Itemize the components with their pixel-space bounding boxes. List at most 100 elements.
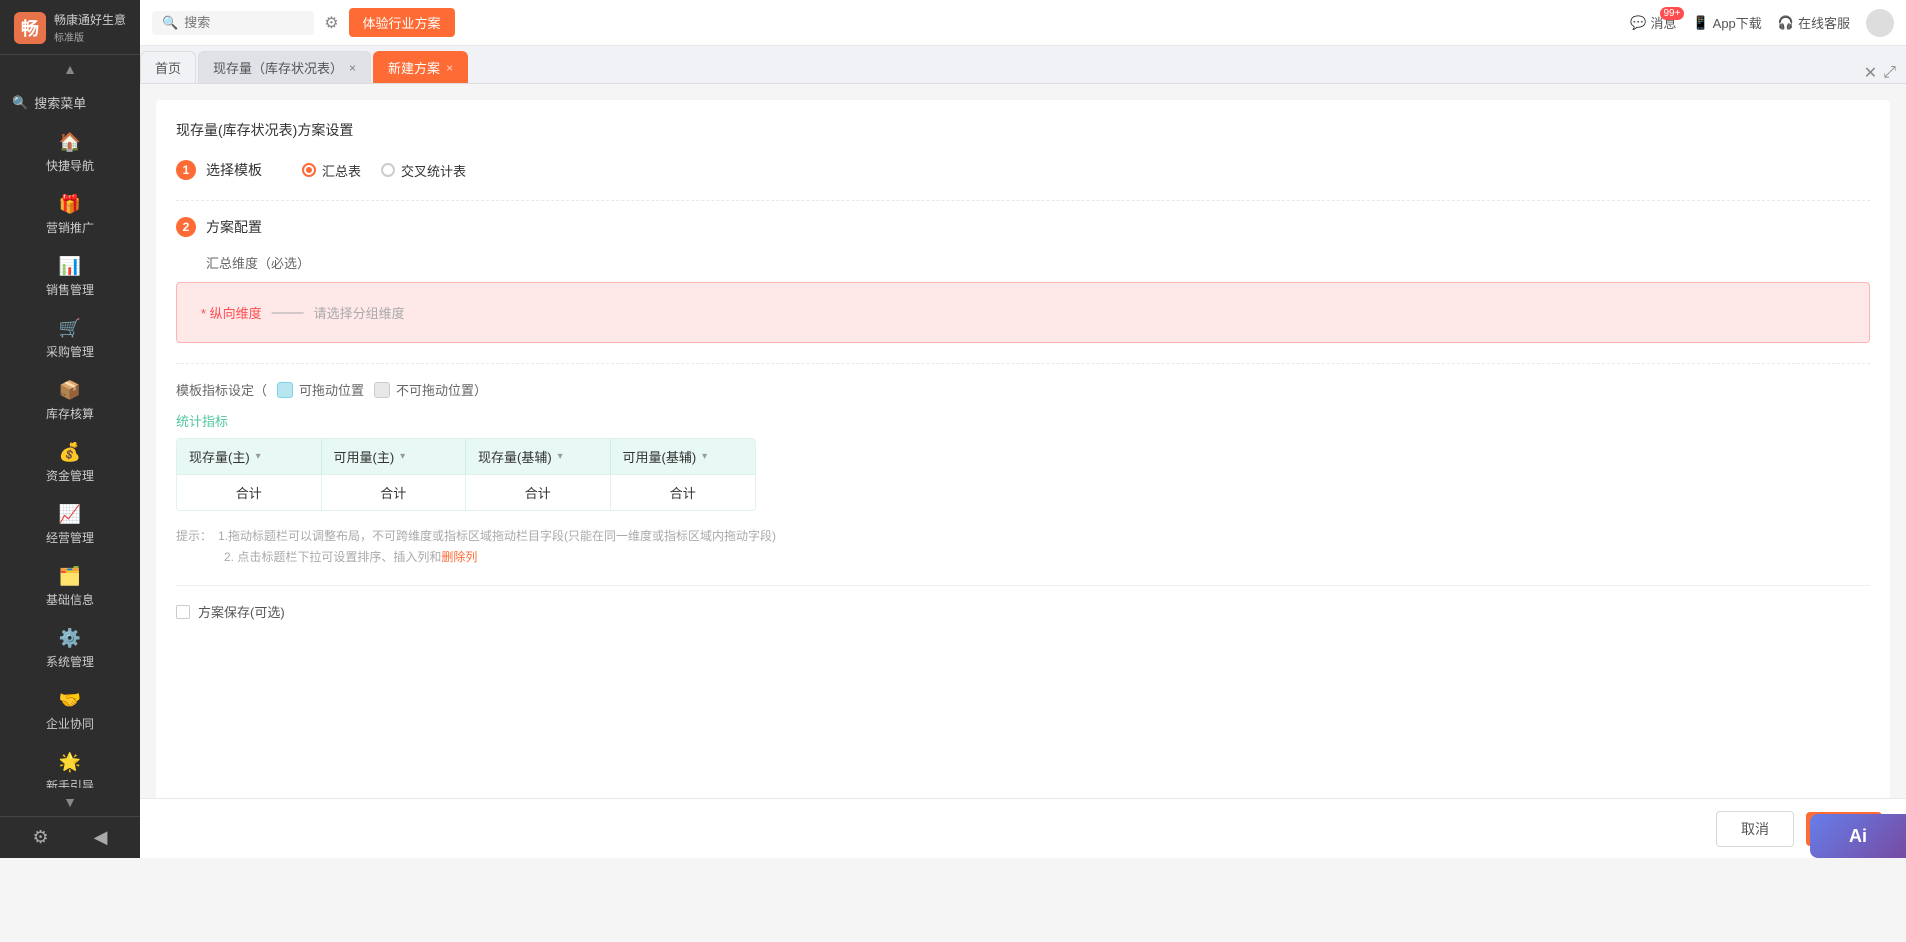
radio-cross-label: 交叉统计表 [401, 161, 466, 180]
inventory-status-tab-label: 现存量（库存状况表） [213, 58, 343, 77]
bottom-bar: 取消 查询 [140, 798, 1906, 858]
topbar: 🔍 ⚙ 体验行业方案 💬 消息 99+ 📱 App下载 🎧 在线客服 [140, 0, 1906, 46]
close-all-icon: ✕ [1864, 63, 1877, 83]
col-1-label: 可用量(主) [334, 447, 395, 466]
section1-header: 1 选择模板 汇总表 交叉统计表 [176, 160, 1870, 180]
user-avatar[interactable] [1866, 9, 1894, 37]
sidebar-item-operation[interactable]: 📈 经营管理 [0, 494, 140, 556]
main-content: 现存量(库存状况表)方案设置 1 选择模板 汇总表 交叉统计表 [140, 84, 1906, 858]
cancel-button[interactable]: 取消 [1716, 811, 1794, 847]
col-header-0[interactable]: 现存量(主) ▾ [177, 439, 322, 474]
save-checkbox[interactable] [176, 605, 190, 619]
radio-summary[interactable]: 汇总表 [302, 161, 361, 180]
app-icon: 📱 [1692, 15, 1708, 31]
save-option: 方案保存(可选) [176, 585, 1870, 621]
search-icon: 🔍 [162, 15, 178, 31]
handshake-icon: 🤝 [59, 690, 81, 711]
toggle-draggable: 可拖动位置 [277, 380, 364, 399]
divider2 [176, 363, 1870, 364]
delete-col-link[interactable]: 删除列 [441, 550, 477, 564]
col-3-chevron[interactable]: ▾ [702, 451, 707, 462]
tab-new-plan[interactable]: 新建方案 × [373, 51, 468, 83]
panel: 现存量(库存状况表)方案设置 1 选择模板 汇总表 交叉统计表 [156, 100, 1890, 838]
save-option-label: 方案保存(可选) [198, 602, 285, 621]
sidebar-scroll-up[interactable]: ▲ [0, 55, 140, 83]
tip-1: 提示： 1.拖动标题栏可以调整布局，不可跨维度或指标区域拖动栏目字段(只能在同一… [176, 527, 1870, 544]
tabs-close-all[interactable]: ✕ ⤢ [1854, 63, 1906, 83]
col-body-0: 合计 [177, 474, 322, 510]
logo-text: 畅康通好生意 标准版 [54, 12, 126, 44]
non-draggable-label: 不可拖动位置） [396, 380, 487, 399]
message-badge: 99+ [1660, 7, 1685, 20]
sidebar-item-purchase[interactable]: 🛒 采购管理 [0, 308, 140, 370]
trial-industry-button[interactable]: 体验行业方案 [349, 8, 455, 37]
col-header-2[interactable]: 现存量(基辅) ▾ [466, 439, 611, 474]
dimension-placeholder[interactable]: 请选择分组维度 [314, 303, 405, 322]
dimension-field: * 纵向维度 —— 请选择分组维度 [201, 303, 405, 322]
col-0-label: 现存量(主) [189, 447, 250, 466]
home-icon: 🏠 [59, 132, 81, 153]
inventory-status-tab-close[interactable]: × [349, 61, 356, 75]
sidebar-item-guide[interactable]: 🌟 新手引导 [0, 742, 140, 788]
draggable-label: 可拖动位置 [299, 380, 364, 399]
sidebar-item-quick-nav[interactable]: 🏠 快捷导航 [0, 122, 140, 184]
radio-summary-dot [302, 163, 316, 177]
tips-section: 提示： 1.拖动标题栏可以调整布局，不可跨维度或指标区域拖动栏目字段(只能在同一… [176, 527, 1870, 565]
dimension-divider: —— [272, 304, 304, 322]
sidebar-nav: 🏠 快捷导航 🎁 营销推广 📊 销售管理 🛒 采购管理 📦 库存核算 💰 资金管… [0, 122, 140, 788]
metrics-header: 现存量(主) ▾ 可用量(主) ▾ 现存量(基辅) ▾ 可用量(基辅) ▾ [177, 439, 755, 474]
sidebar-settings-btn[interactable]: ⚙ [33, 827, 49, 848]
col-body-3: 合计 [611, 474, 756, 510]
col-0-chevron[interactable]: ▾ [256, 451, 261, 462]
col-2-label: 现存量(基辅) [478, 447, 552, 466]
radio-cross-dot [381, 163, 395, 177]
sidebar: 畅 畅康通好生意 标准版 ▲ 🔍 搜索菜单 🏠 快捷导航 🎁 营销推广 📊 销售… [0, 0, 140, 858]
tabs-bar: 首页 现存量（库存状况表） × 新建方案 × ✕ ⤢ [140, 46, 1906, 84]
tab-home[interactable]: 首页 [140, 51, 196, 83]
tab-inventory-status[interactable]: 现存量（库存状况表） × [198, 51, 371, 83]
sidebar-item-cooperation[interactable]: 🤝 企业协同 [0, 680, 140, 742]
sidebar-item-sales[interactable]: 📊 销售管理 [0, 246, 140, 308]
topbar-message[interactable]: 💬 消息 99+ [1630, 13, 1676, 32]
section1-title: 选择模板 [206, 160, 262, 180]
message-icon: 💬 [1630, 15, 1646, 31]
draggable-indicator [277, 382, 293, 398]
sidebar-item-system[interactable]: ⚙️ 系统管理 [0, 618, 140, 680]
topbar-left: 🔍 ⚙ 体验行业方案 [152, 8, 455, 37]
ai-floating-button[interactable]: Ai [1810, 814, 1906, 858]
col-1-chevron[interactable]: ▾ [400, 451, 405, 462]
metrics-body: 合计 合计 合计 合计 [177, 474, 755, 510]
metrics-table: 现存量(主) ▾ 可用量(主) ▾ 现存量(基辅) ▾ 可用量(基辅) ▾ [176, 438, 756, 511]
search-input[interactable] [184, 15, 304, 30]
topbar-customer-service[interactable]: 🎧 在线客服 [1778, 13, 1850, 32]
new-plan-tab-close[interactable]: × [446, 61, 453, 75]
section2-num: 2 [176, 217, 196, 237]
sidebar-collapse-btn[interactable]: ◀ [94, 827, 108, 848]
folder-icon: 🗂️ [59, 566, 81, 587]
headset-icon: 🎧 [1778, 15, 1794, 31]
section2-header: 2 方案配置 [176, 217, 1870, 237]
col-header-1[interactable]: 可用量(主) ▾ [322, 439, 467, 474]
topbar-search-box[interactable]: 🔍 [152, 11, 314, 35]
sidebar-item-finance[interactable]: 💰 资金管理 [0, 432, 140, 494]
radio-cross[interactable]: 交叉统计表 [381, 161, 466, 180]
topbar-gear-icon[interactable]: ⚙ [324, 13, 338, 33]
topbar-app-download[interactable]: 📱 App下载 [1692, 13, 1761, 32]
col-3-label: 可用量(基辅) [623, 447, 697, 466]
star-icon: 🌟 [59, 752, 81, 773]
system-icon: ⚙️ [59, 628, 81, 649]
sidebar-item-inventory[interactable]: 📦 库存核算 [0, 370, 140, 432]
home-tab-label: 首页 [155, 58, 181, 77]
col-body-1: 合计 [322, 474, 467, 510]
col-2-chevron[interactable]: ▾ [558, 451, 563, 462]
sidebar-scroll-down[interactable]: ▼ [0, 788, 140, 816]
toggle-non-draggable: 不可拖动位置） [374, 380, 487, 399]
sidebar-item-marketing[interactable]: 🎁 营销推广 [0, 184, 140, 246]
box-icon: 📦 [59, 380, 81, 401]
logo-icon: 畅 [14, 12, 46, 44]
sidebar-search[interactable]: 🔍 搜索菜单 [0, 83, 140, 122]
col-header-3[interactable]: 可用量(基辅) ▾ [611, 439, 756, 474]
section1-num: 1 [176, 160, 196, 180]
sidebar-item-basic-info[interactable]: 🗂️ 基础信息 [0, 556, 140, 618]
new-plan-tab-label: 新建方案 [388, 58, 440, 77]
